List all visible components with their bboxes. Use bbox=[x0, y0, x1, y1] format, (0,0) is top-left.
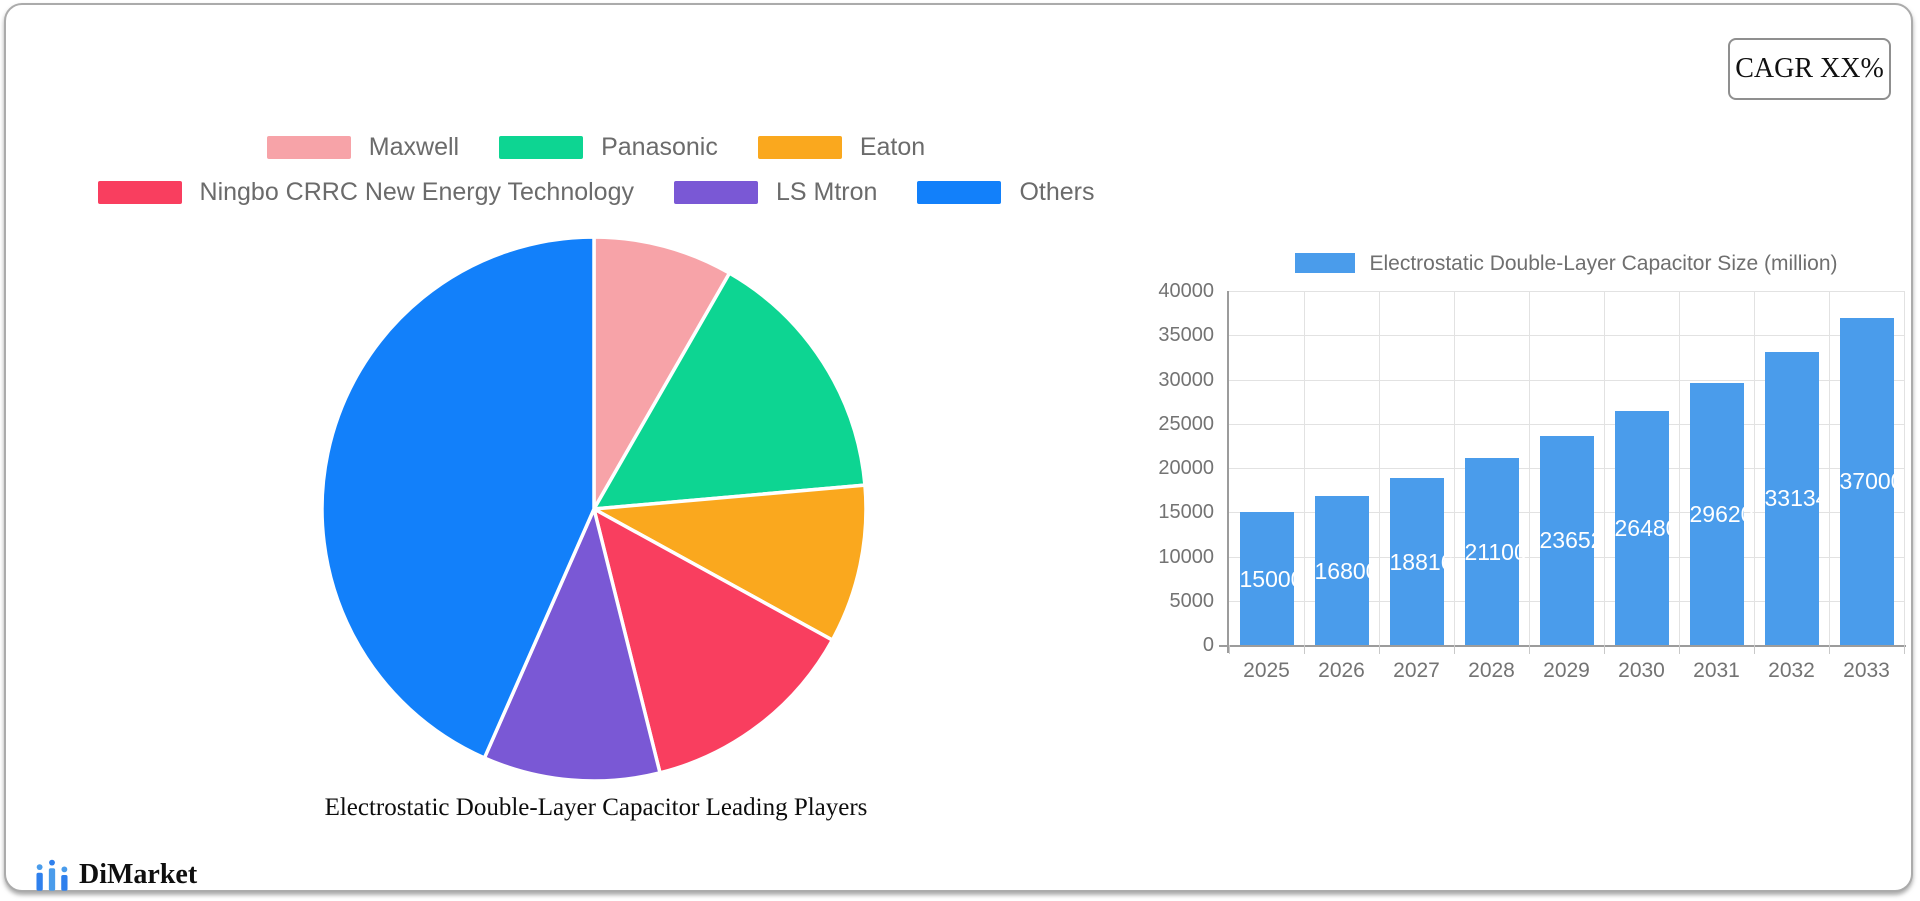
gridline-vertical bbox=[1454, 291, 1455, 645]
x-category-label: 2032 bbox=[1768, 659, 1815, 682]
legend-item-maxwell[interactable]: Maxwell bbox=[266, 132, 460, 161]
pie-chart bbox=[320, 235, 868, 783]
legend-swatch-others bbox=[917, 180, 1002, 204]
gridline-vertical bbox=[1754, 291, 1755, 645]
bar-legend-item[interactable]: Electrostatic Double-Layer Capacitor Siz… bbox=[1229, 250, 1904, 276]
legend-swatch-maxwell bbox=[266, 135, 351, 159]
x-axis-line bbox=[1219, 645, 1906, 647]
bar-legend-label: Electrostatic Double-Layer Capacitor Siz… bbox=[1369, 251, 1838, 275]
bar-value-label: 21100 bbox=[1464, 538, 1527, 565]
bar-value-label: 15000 bbox=[1239, 565, 1304, 592]
x-category-label: 2031 bbox=[1693, 659, 1740, 682]
legend-label: LS Mtron bbox=[776, 177, 878, 206]
pie-legend-row: Maxwell Panasonic Eaton bbox=[6, 131, 1186, 163]
bar-chart-plot: 0 5000 10000 15000 20000 25000 30000 35000 40000… bbox=[1158, 281, 1906, 681]
y-tick-label: 0 bbox=[1202, 634, 1214, 656]
x-axis-tick bbox=[1829, 645, 1830, 654]
legend-swatch-ls-mtron bbox=[674, 180, 758, 204]
bar-2025: 15000 bbox=[1239, 512, 1304, 645]
x-category-label: 2027 bbox=[1393, 659, 1440, 682]
bar-value-label: 26480 bbox=[1614, 514, 1679, 541]
cagr-badge: CAGR XX% bbox=[1728, 38, 1891, 100]
gridline-vertical bbox=[1604, 291, 1605, 645]
legend-swatch-ningbo-crrc-new-energy-technology bbox=[97, 180, 182, 204]
legend-label: Maxwell bbox=[368, 132, 460, 161]
legend-item-ningbo-crrc-new-energy-technology[interactable]: Ningbo CRRC New Energy Technology bbox=[97, 177, 634, 206]
bar-value-label: 29620 bbox=[1689, 500, 1754, 527]
bar-2026: 16800 bbox=[1314, 496, 1379, 645]
y-axis-line bbox=[1227, 291, 1229, 653]
legend-swatch-panasonic bbox=[499, 135, 584, 159]
bar-2032: 33134 bbox=[1764, 351, 1829, 645]
gridline-vertical bbox=[1679, 291, 1680, 645]
x-axis-tick bbox=[1454, 645, 1455, 654]
pie-legend-row: Ningbo CRRC New Energy Technology LS Mtro… bbox=[6, 176, 1186, 208]
bar-2030: 26480 bbox=[1614, 410, 1679, 645]
pie-legend: Maxwell Panasonic Eaton Ningbo CRRC New Ene… bbox=[6, 131, 1186, 221]
x-category-label: 2026 bbox=[1318, 659, 1365, 682]
legend-item-others[interactable]: Others bbox=[917, 177, 1095, 206]
y-tick-label: 25000 bbox=[1158, 412, 1214, 435]
brand-name: DiMarket bbox=[79, 859, 198, 890]
x-category-label: 2030 bbox=[1618, 659, 1665, 682]
legend-swatch-eaton bbox=[757, 135, 842, 159]
bar-value-label: 16800 bbox=[1314, 557, 1379, 584]
y-tick-label: 10000 bbox=[1158, 545, 1214, 568]
y-tick-label: 40000 bbox=[1158, 280, 1214, 302]
x-axis-tick bbox=[1379, 645, 1380, 654]
bar-value-label: 23652 bbox=[1539, 527, 1604, 554]
brand-logo: DiMarket bbox=[34, 857, 197, 893]
y-tick-label: 30000 bbox=[1158, 368, 1214, 391]
gridline-vertical bbox=[1829, 291, 1830, 645]
legend-item-panasonic[interactable]: Panasonic bbox=[499, 132, 718, 161]
gridline-vertical bbox=[1904, 291, 1905, 645]
logo-bar-chart-icon bbox=[36, 859, 68, 891]
pie-chart-title: Electrostatic Double-Layer Capacitor Lea… bbox=[324, 794, 868, 821]
x-category-label: 2029 bbox=[1543, 659, 1590, 682]
x-axis-tick bbox=[1904, 645, 1905, 654]
y-tick-label: 35000 bbox=[1158, 324, 1214, 347]
legend-label: Panasonic bbox=[601, 132, 718, 161]
gridline-vertical bbox=[1304, 291, 1305, 645]
x-category-label: 2033 bbox=[1843, 659, 1890, 682]
bar-2029: 23652 bbox=[1539, 435, 1604, 645]
gridline-vertical bbox=[1379, 291, 1380, 645]
report-card: CAGR XX% Maxwell Panasonic Eaton Ningbo CRR… bbox=[4, 3, 1913, 892]
x-axis-tick bbox=[1229, 645, 1230, 654]
gridline-horizontal bbox=[1229, 335, 1904, 337]
bar-2028: 21100 bbox=[1464, 458, 1527, 645]
legend-item-eaton[interactable]: Eaton bbox=[757, 132, 926, 161]
x-axis-tick bbox=[1304, 645, 1305, 654]
bar-2031: 29620 bbox=[1689, 382, 1754, 645]
y-tick-label: 20000 bbox=[1158, 457, 1214, 479]
bar-value-label: 18816 bbox=[1389, 548, 1454, 575]
x-axis-tick bbox=[1679, 645, 1680, 654]
gridline-horizontal bbox=[1229, 291, 1904, 292]
bar-2027: 18816 bbox=[1389, 478, 1454, 645]
gridline-vertical bbox=[1529, 291, 1530, 645]
x-axis-tick bbox=[1529, 645, 1530, 654]
y-tick-label: 5000 bbox=[1169, 589, 1215, 612]
x-category-label: 2025 bbox=[1243, 659, 1290, 682]
cagr-label: CAGR XX% bbox=[1735, 53, 1884, 84]
bar-legend-swatch bbox=[1295, 253, 1356, 273]
bar-value-label: 33134 bbox=[1764, 485, 1829, 512]
x-category-label: 2028 bbox=[1468, 659, 1515, 682]
legend-label: Eaton bbox=[859, 132, 926, 161]
bar-value-label: 37000 bbox=[1839, 468, 1904, 495]
x-axis-tick bbox=[1604, 645, 1605, 654]
legend-label: Ningbo CRRC New Energy Technology bbox=[199, 177, 634, 206]
bar-2033: 37000 bbox=[1839, 317, 1904, 645]
x-axis-tick bbox=[1754, 645, 1755, 654]
legend-item-ls-mtron[interactable]: LS Mtron bbox=[674, 177, 878, 206]
y-tick-label: 15000 bbox=[1158, 501, 1214, 524]
legend-label: Others bbox=[1019, 177, 1095, 206]
